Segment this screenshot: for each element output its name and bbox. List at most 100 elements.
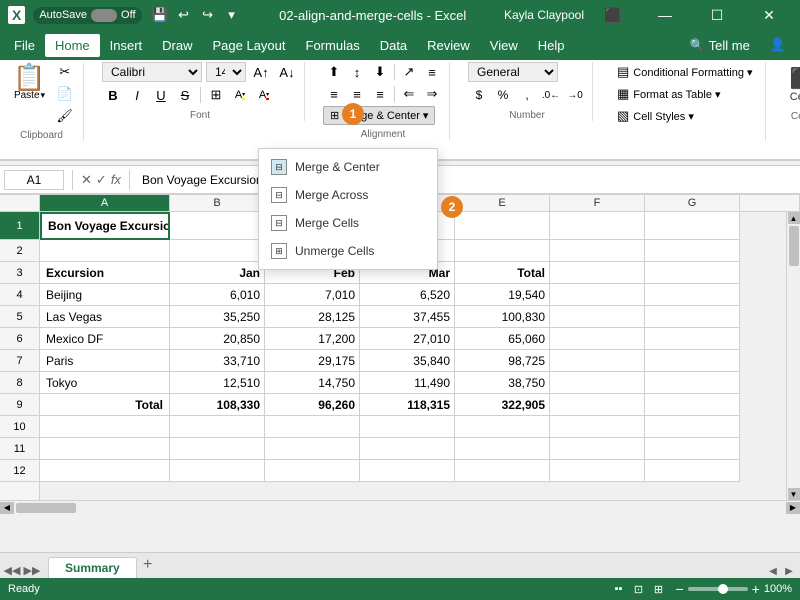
cell-D12[interactable] — [360, 460, 455, 482]
horizontal-scrollbar[interactable]: ◀ ▶ — [0, 500, 800, 514]
cell-E1[interactable] — [455, 212, 550, 240]
cell-A10[interactable] — [40, 416, 170, 438]
cell-A3[interactable]: Excursion — [40, 262, 170, 284]
merge-dropdown-arrow[interactable]: ▾ — [423, 109, 429, 122]
autosave-toggle[interactable]: AutoSave Off — [33, 7, 141, 24]
align-right-btn[interactable]: ≡ — [369, 84, 391, 104]
cell-F1[interactable] — [550, 212, 645, 240]
cell-F6[interactable] — [550, 328, 645, 350]
scroll-right-btn[interactable]: ▶ — [786, 502, 800, 514]
cell-G12[interactable] — [645, 460, 740, 482]
cell-C9[interactable]: 96,260 — [265, 394, 360, 416]
increase-indent-btn[interactable]: ⇒ — [421, 84, 443, 104]
merge-cells-option[interactable]: ⊟ Merge Cells — [259, 209, 437, 237]
cell-E8[interactable]: 38,750 — [455, 372, 550, 394]
cell-D4[interactable]: 6,520 — [360, 284, 455, 306]
cell-A7[interactable]: Paris — [40, 350, 170, 372]
redo-btn[interactable]: ↪ — [198, 5, 218, 25]
cell-D9[interactable]: 118,315 — [360, 394, 455, 416]
cell-C10[interactable] — [265, 416, 360, 438]
menu-page-layout[interactable]: Page Layout — [203, 34, 296, 57]
cell-E4[interactable]: 19,540 — [455, 284, 550, 306]
align-bottom-btn[interactable]: ⬇ — [369, 62, 391, 82]
cell-G9[interactable] — [645, 394, 740, 416]
align-center-btn[interactable]: ≡ — [346, 84, 368, 104]
row-num-10[interactable]: 10 — [0, 416, 39, 438]
sheet-nav-right[interactable]: ▶▶ — [24, 562, 40, 578]
col-header-A[interactable]: A — [40, 195, 170, 211]
menu-insert[interactable]: Insert — [100, 34, 153, 57]
row-num-3[interactable]: 3 — [0, 262, 39, 284]
add-sheet-btn[interactable]: + — [137, 554, 159, 576]
cell-B1[interactable] — [170, 212, 265, 240]
cell-B2[interactable] — [170, 240, 265, 262]
number-format-select[interactable]: General — [468, 62, 558, 82]
format-painter-btn[interactable]: 🖌 — [54, 106, 76, 126]
align-top-btn[interactable]: ⬆ — [323, 62, 345, 82]
border-btn[interactable]: ⊞ — [205, 84, 227, 106]
cell-A2[interactable] — [40, 240, 170, 262]
scroll-left-btn[interactable]: ◀ — [0, 502, 14, 514]
cell-E3[interactable]: Total — [455, 262, 550, 284]
align-middle-btn[interactable]: ↕ — [346, 62, 368, 82]
close-btn[interactable]: ✕ — [746, 0, 792, 30]
cell-E7[interactable]: 98,725 — [455, 350, 550, 372]
menu-view[interactable]: View — [480, 34, 528, 57]
minimize-btn[interactable]: — — [642, 0, 688, 30]
text-angle-btn[interactable]: ↗ — [398, 62, 420, 82]
cell-G3[interactable] — [645, 262, 740, 284]
menu-share[interactable]: 👤 — [760, 33, 796, 57]
cell-F5[interactable] — [550, 306, 645, 328]
row-num-1[interactable]: 1 — [0, 212, 39, 240]
row-num-9[interactable]: 9 — [0, 394, 39, 416]
customize-qat-btn[interactable]: ▾ — [222, 5, 242, 25]
cell-G7[interactable] — [645, 350, 740, 372]
vertical-scrollbar[interactable]: ▲ ▼ — [786, 212, 800, 500]
page-layout-view-btn[interactable]: ⊡ — [629, 580, 647, 598]
zoom-thumb[interactable] — [718, 584, 728, 594]
sheet-tab-summary[interactable]: Summary — [48, 557, 137, 578]
cell-B12[interactable] — [170, 460, 265, 482]
name-box[interactable] — [4, 170, 64, 190]
normal-view-btn[interactable]: ▪▪ — [609, 580, 627, 598]
scroll-up-btn[interactable]: ▲ — [788, 212, 800, 224]
cell-C12[interactable] — [265, 460, 360, 482]
cell-E5[interactable]: 100,830 — [455, 306, 550, 328]
cell-G6[interactable] — [645, 328, 740, 350]
cell-G4[interactable] — [645, 284, 740, 306]
menu-help[interactable]: Help — [528, 34, 575, 57]
merge-and-center-btn[interactable]: ⊞ Merge & Center ▾ — [323, 106, 435, 125]
cell-A1[interactable]: Bon Voyage Excursions — [40, 212, 170, 240]
cell-B4[interactable]: 6,010 — [170, 284, 265, 306]
ribbon-collapse-btn[interactable]: ⬛ — [590, 0, 636, 30]
fill-color-btn[interactable]: A▾ — [229, 84, 251, 106]
row-num-2[interactable]: 2 — [0, 240, 39, 262]
conditional-formatting-btn[interactable]: ▤ Conditional Formatting ▾ — [611, 62, 759, 82]
menu-review[interactable]: Review — [417, 34, 480, 57]
cell-E9[interactable]: 322,905 — [455, 394, 550, 416]
cell-A6[interactable]: Mexico DF — [40, 328, 170, 350]
cell-D6[interactable]: 27,010 — [360, 328, 455, 350]
page-break-view-btn[interactable]: ⊞ — [649, 580, 667, 598]
cell-D7[interactable]: 35,840 — [360, 350, 455, 372]
cell-C5[interactable]: 28,125 — [265, 306, 360, 328]
cell-A5[interactable]: Las Vegas — [40, 306, 170, 328]
cell-G5[interactable] — [645, 306, 740, 328]
cell-B7[interactable]: 33,710 — [170, 350, 265, 372]
cell-E6[interactable]: 65,060 — [455, 328, 550, 350]
menu-home[interactable]: Home — [45, 34, 100, 57]
save-qat-btn[interactable]: 💾 — [150, 5, 170, 25]
font-family-select[interactable]: Calibri — [102, 62, 202, 82]
cell-F11[interactable] — [550, 438, 645, 460]
italic-btn[interactable]: I — [126, 84, 148, 106]
row-num-5[interactable]: 5 — [0, 306, 39, 328]
confirm-formula-btn[interactable]: ✓ — [96, 172, 107, 188]
cell-E2[interactable] — [455, 240, 550, 262]
sheet-scroll-right[interactable]: ▶ — [782, 564, 796, 578]
cell-G1[interactable] — [645, 212, 740, 240]
col-header-B[interactable]: B — [170, 195, 265, 211]
cell-D8[interactable]: 11,490 — [360, 372, 455, 394]
cell-B11[interactable] — [170, 438, 265, 460]
cell-F2[interactable] — [550, 240, 645, 262]
cell-B5[interactable]: 35,250 — [170, 306, 265, 328]
